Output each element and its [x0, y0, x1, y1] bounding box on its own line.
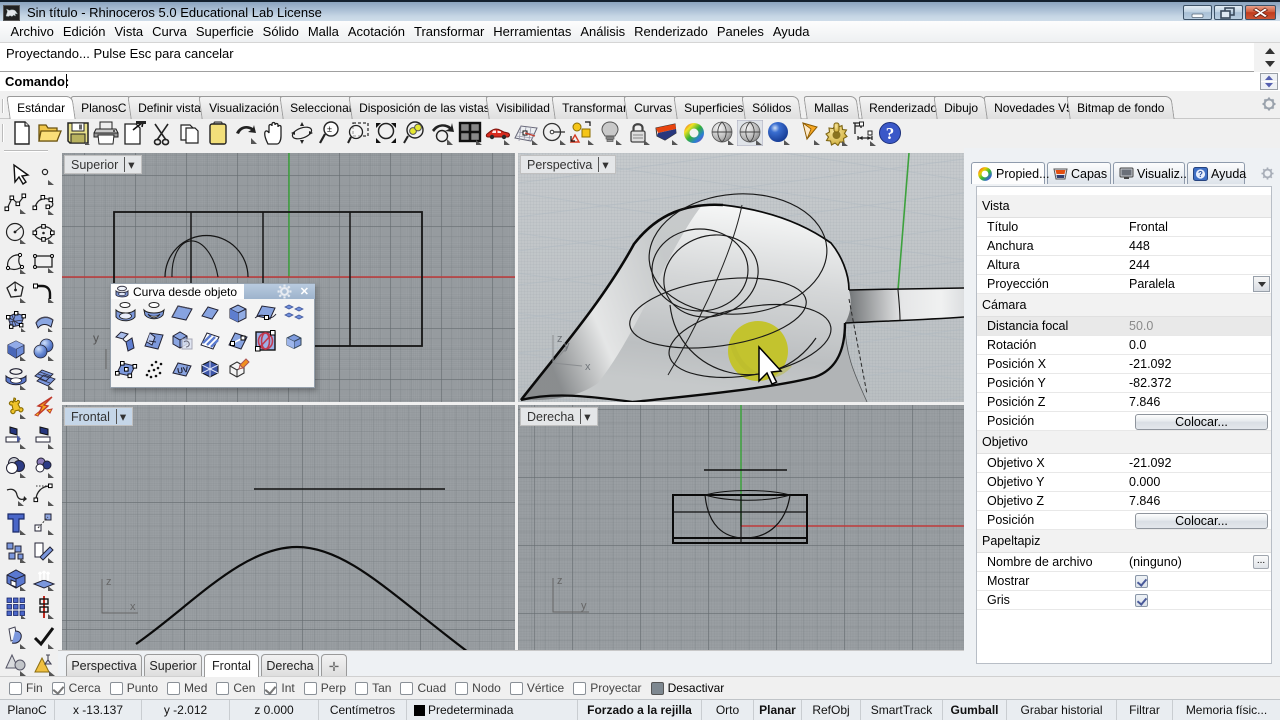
svg-text:z: z [557, 333, 563, 345]
svg-text:±: ± [327, 124, 332, 134]
svg-text:UV: UV [177, 365, 190, 376]
svg-text:y: y [564, 340, 570, 352]
svg-text:y: y [581, 600, 587, 612]
svg-text:x: x [130, 601, 136, 613]
svg-text:y: y [93, 331, 99, 345]
svg-text:?: ? [1198, 170, 1203, 179]
svg-text:z: z [557, 575, 563, 587]
svg-text:x: x [585, 361, 591, 373]
svg-text:?: ? [886, 124, 895, 143]
svg-text:z: z [106, 576, 112, 588]
